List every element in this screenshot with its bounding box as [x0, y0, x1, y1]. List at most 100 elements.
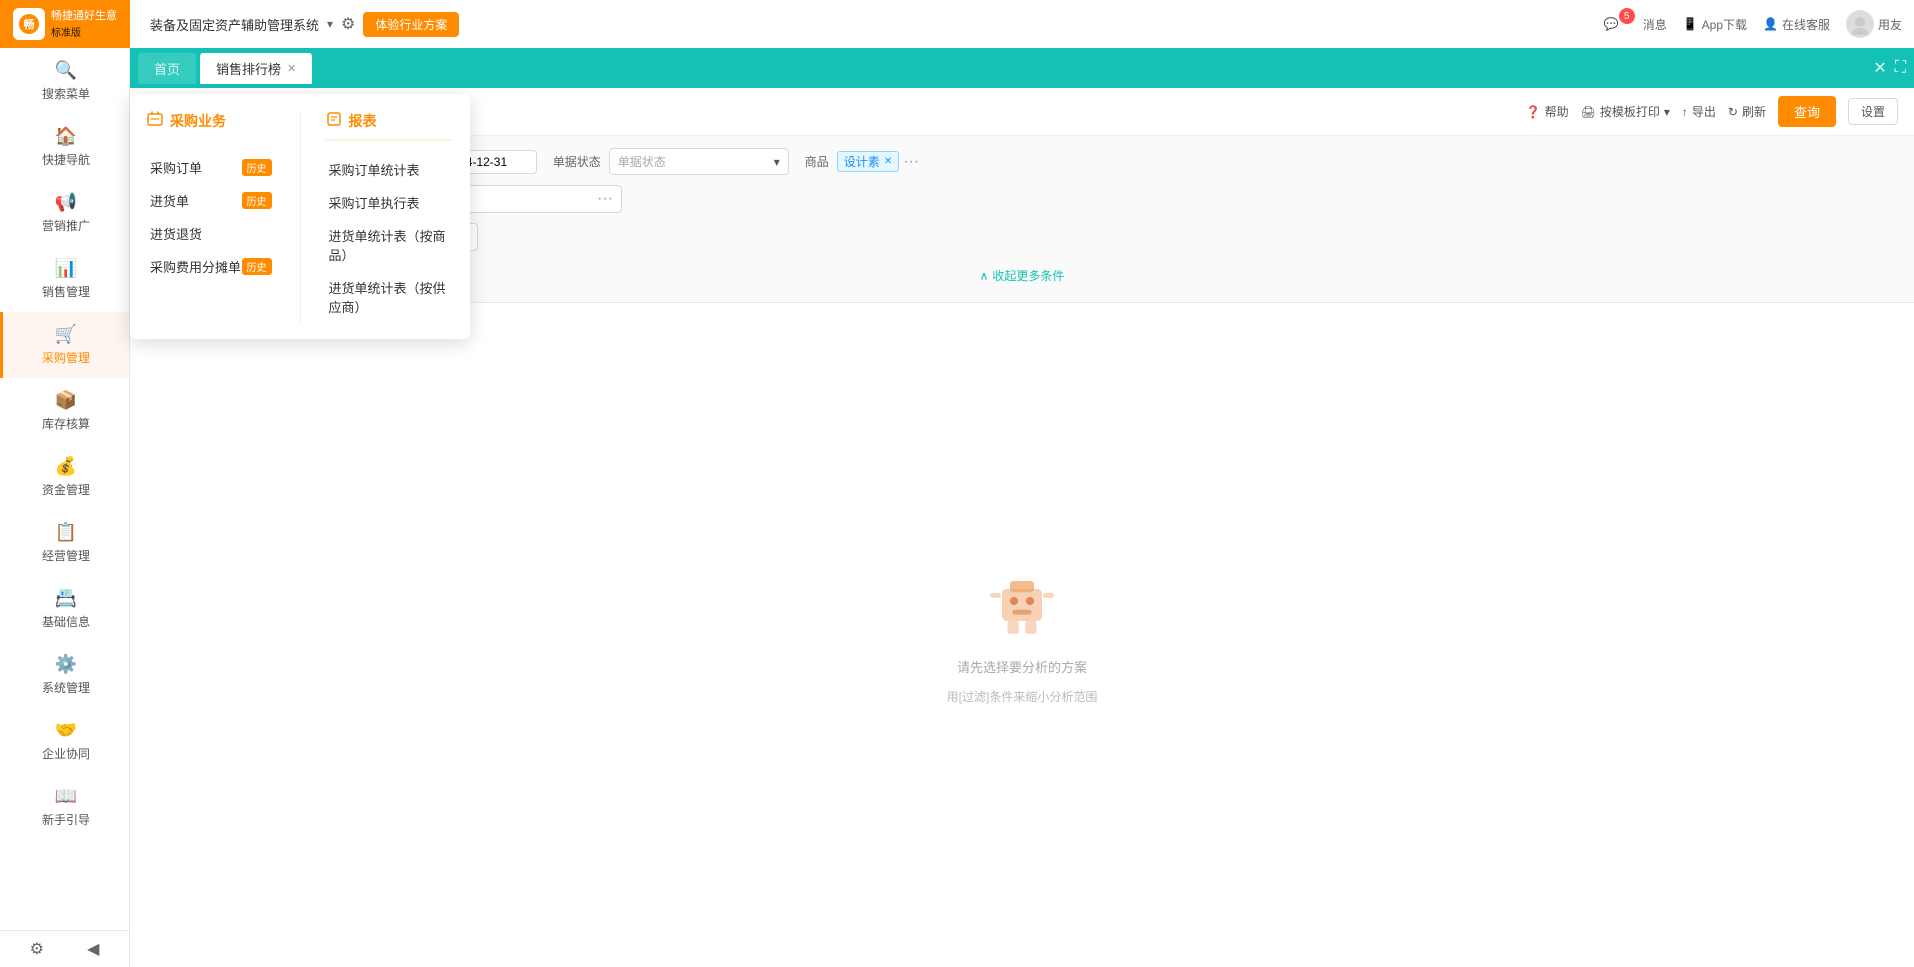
salesperson-more[interactable]: ···	[597, 190, 613, 208]
refresh-btn[interactable]: ↻ 刷新	[1728, 103, 1766, 120]
bill-status-select[interactable]: 单据状态 ▾	[609, 148, 789, 175]
report-col-icon	[325, 110, 343, 131]
sidebar-item-search[interactable]: 🔍 搜索菜单	[0, 48, 129, 114]
settings-bottom-icon[interactable]: ⚙	[30, 939, 44, 959]
col-divider	[300, 110, 301, 323]
logo: 畅 畅捷通好生意 标准版	[0, 0, 130, 48]
bill-status-value: 单据状态	[618, 153, 666, 170]
print-label: 按模板打印	[1600, 103, 1660, 120]
report-3-label: 进货单统计表（按商品）	[329, 226, 451, 264]
purchase-col-header: 采购业务	[146, 110, 276, 139]
service-label: 在线客服	[1782, 16, 1830, 33]
settings-icon[interactable]: ⚙	[341, 14, 355, 34]
expense-label: 采购费用分摊单	[150, 257, 241, 276]
tab-home[interactable]: 首页	[138, 53, 196, 84]
sidebar-bottom: ⚙ ◀	[0, 930, 129, 967]
export-btn[interactable]: ↑ 导出	[1682, 103, 1716, 120]
report-1-label: 采购订单统计表	[329, 160, 420, 179]
sidebar-item-marketing[interactable]: 📢 营销推广	[0, 180, 129, 246]
sidebar-item-cooperation[interactable]: 🤝 企业协同	[0, 708, 129, 774]
sidebar-label: 资金管理	[42, 481, 90, 498]
tab-sales-rank[interactable]: 销售排行榜 ✕	[200, 53, 312, 84]
tab-bar-close-icon[interactable]: ✕	[1873, 58, 1886, 78]
message-icon: 💬	[1604, 17, 1619, 31]
refresh-icon: ↻	[1728, 105, 1738, 119]
collapse-label: 收起更多条件	[992, 267, 1064, 284]
refresh-label: 刷新	[1742, 103, 1766, 120]
product-label: 商品	[805, 153, 829, 170]
sidebar-label: 系统管理	[42, 679, 90, 696]
logo-subtitle: 标准版	[51, 24, 117, 39]
sidebar-item-inventory[interactable]: 📦 库存核算	[0, 378, 129, 444]
system-dropdown-icon[interactable]: ▾	[327, 17, 333, 31]
collapse-btn[interactable]: ∧ 收起更多条件	[980, 261, 1065, 290]
system-icon: ⚙️	[55, 654, 77, 675]
sidebar-item-quick[interactable]: 🏠 快捷导航	[0, 114, 129, 180]
print-btn[interactable]: 🖨 按模板打印 ▾	[1581, 103, 1670, 120]
product-tag-value: 设计素	[844, 153, 880, 170]
dropdown-report-4[interactable]: 进货单统计表（按供应商）	[325, 271, 455, 323]
tab-bar: 首页 销售排行榜 ✕ ✕ ⛶	[130, 48, 1914, 88]
sidebar-label: 基础信息	[42, 613, 90, 630]
industry-btn[interactable]: 体验行业方案	[363, 12, 459, 37]
incoming-label: 进货单	[150, 191, 189, 210]
sidebar-item-sales[interactable]: 📊 销售管理	[0, 246, 129, 312]
history-badge-1: 历史	[242, 192, 272, 209]
sales-icon: 📊	[55, 258, 77, 279]
sidebar-item-system[interactable]: ⚙️ 系统管理	[0, 642, 129, 708]
sidebar-label: 企业协同	[42, 745, 90, 762]
app-label: App下载	[1702, 16, 1747, 33]
report-2-label: 采购订单执行表	[329, 193, 420, 212]
message-action[interactable]: 💬 5 消息	[1604, 16, 1667, 33]
sidebar-item-finance[interactable]: 💰 资金管理	[0, 444, 129, 510]
export-icon: ↑	[1682, 105, 1688, 119]
dropdown-incoming[interactable]: 进货单 历史	[146, 184, 276, 217]
product-tag-close[interactable]: ✕	[884, 156, 892, 167]
product-filter: 商品 设计素 ✕ ···	[805, 151, 919, 172]
collapse-sidebar-icon[interactable]: ◀	[87, 939, 99, 959]
sidebar-item-purchase[interactable]: 🛒 采购管理	[0, 312, 129, 378]
empty-state: 请先选择要分析的方案 用[过滤]条件来缩小分析范围	[130, 303, 1914, 967]
tab-bar-maximize-icon[interactable]: ⛶	[1895, 59, 1906, 77]
report-4-label: 进货单统计表（按供应商）	[329, 278, 451, 316]
sidebar: 🔍 搜索菜单 🏠 快捷导航 📢 营销推广 📊 销售管理 🛒 采购管理 📦 库存核…	[0, 48, 130, 967]
system-title: 装备及固定资产辅助管理系统	[150, 15, 319, 34]
online-service-action[interactable]: 👤 在线客服	[1763, 16, 1830, 33]
dropdown-expense[interactable]: 采购费用分摊单 历史	[146, 250, 276, 283]
empty-icon	[972, 565, 1072, 645]
guide-icon: 📖	[55, 786, 77, 807]
cooperation-icon: 🤝	[55, 720, 77, 741]
purchase-col-title: 采购业务	[170, 111, 226, 131]
product-more-btn[interactable]: ···	[903, 153, 919, 171]
purchase-icon: 🛒	[55, 324, 77, 345]
sidebar-label: 经营管理	[42, 547, 90, 564]
dropdown-return[interactable]: 进货退货	[146, 217, 276, 250]
user-action[interactable]: 用友	[1846, 10, 1902, 38]
report-col-title: 报表	[349, 111, 377, 131]
settings-btn[interactable]: 设置	[1848, 98, 1898, 125]
report-col: 报表 采购订单统计表 采购订单执行表 进货单统计表（按商品） 进货单统计表（按供…	[325, 110, 455, 323]
dropdown-report-1[interactable]: 采购订单统计表	[325, 153, 455, 186]
dropdown-purchase-order[interactable]: 采购订单 历史	[146, 151, 276, 184]
marketing-icon: 📢	[55, 192, 77, 213]
dropdown-report-2[interactable]: 采购订单执行表	[325, 186, 455, 219]
user-label: 用友	[1878, 16, 1902, 33]
dropdown-report-3[interactable]: 进货单统计表（按商品）	[325, 219, 455, 271]
tab-close-icon[interactable]: ✕	[287, 62, 296, 75]
purchase-dropdown-menu: 采购业务 采购订单 历史 进货单 历史 进货退货 采购费用分摊单 历史 报表 采…	[130, 94, 470, 339]
product-tag: 设计素 ✕	[837, 151, 899, 172]
collapse-icon: ∧	[980, 269, 989, 283]
sidebar-item-operations[interactable]: 📋 经营管理	[0, 510, 129, 576]
svg-text:畅: 畅	[24, 17, 35, 31]
sidebar-item-guide[interactable]: 📖 新手引导	[0, 774, 129, 840]
purchase-col: 采购业务 采购订单 历史 进货单 历史 进货退货 采购费用分摊单 历史	[146, 110, 276, 323]
sidebar-item-basic[interactable]: 📇 基础信息	[0, 576, 129, 642]
sidebar-label: 搜索菜单	[42, 85, 90, 102]
finance-icon: 💰	[55, 456, 77, 477]
history-badge-0: 历史	[242, 159, 272, 176]
query-btn[interactable]: 查询	[1778, 96, 1836, 127]
purchase-col-icon	[146, 110, 164, 131]
app-download-action[interactable]: 📱 App下载	[1683, 16, 1747, 33]
help-btn[interactable]: ❓ 帮助	[1526, 103, 1569, 120]
home-icon: 🏠	[55, 126, 77, 147]
